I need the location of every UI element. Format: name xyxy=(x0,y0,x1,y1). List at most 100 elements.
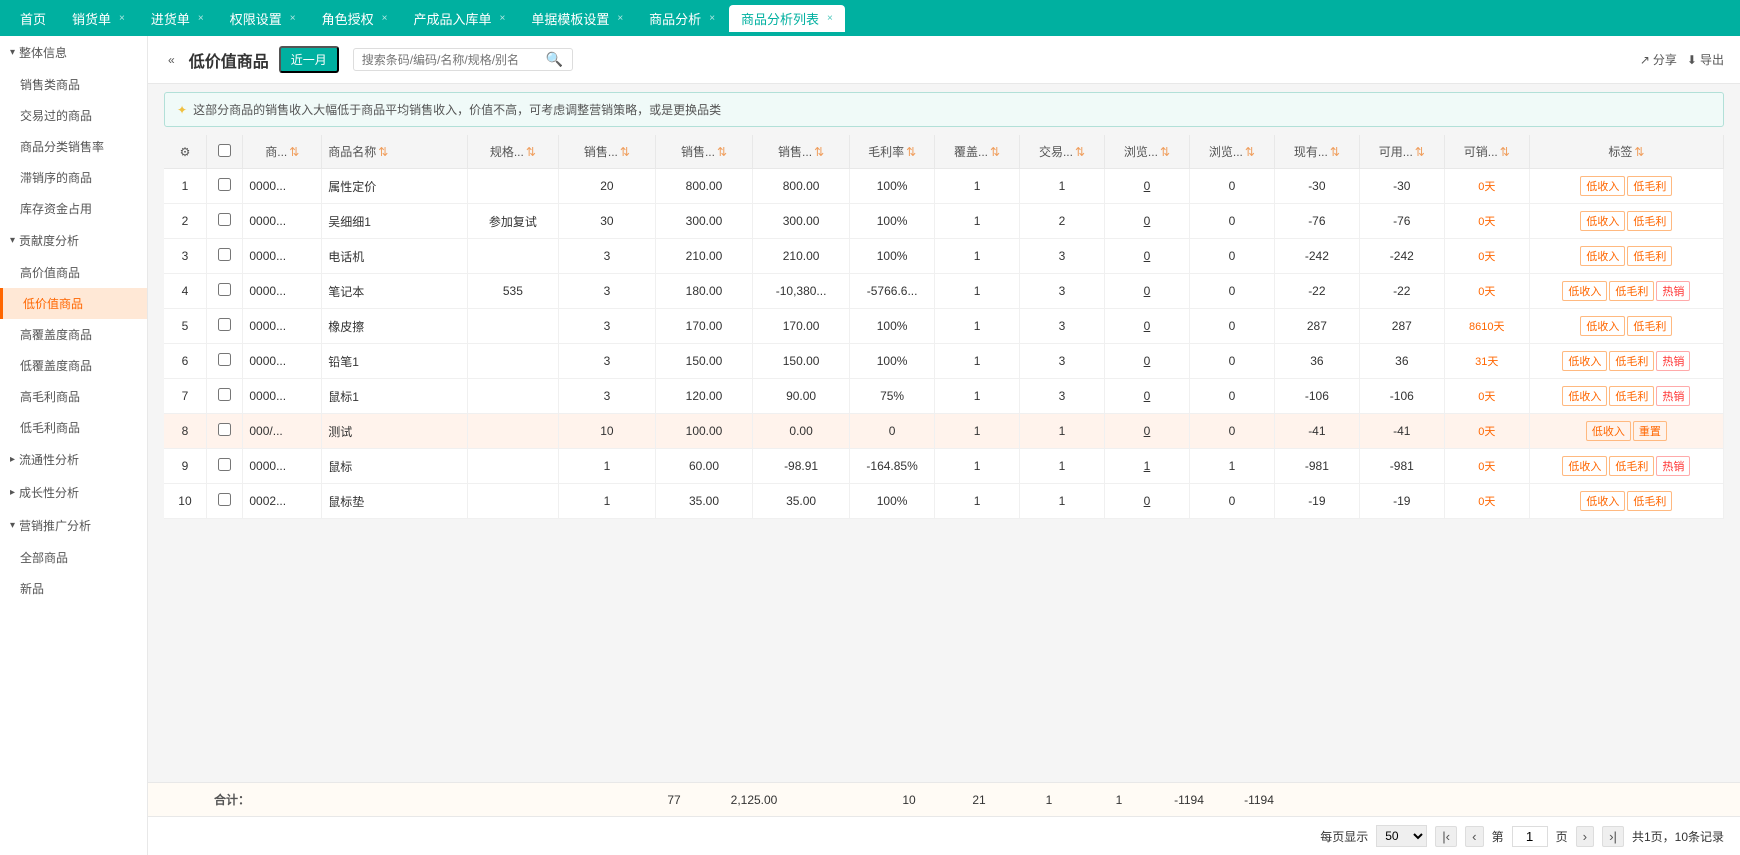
row-select-checkbox[interactable] xyxy=(218,423,231,436)
row-select-checkbox[interactable] xyxy=(218,353,231,366)
view-link[interactable]: 0 xyxy=(1144,284,1151,298)
sidebar-header-contribution[interactable]: ▾ 贡献度分析 xyxy=(0,224,147,257)
sidebar-header-overall[interactable]: ▾ 整体信息 xyxy=(0,36,147,69)
row-checkbox[interactable] xyxy=(206,449,242,484)
view-link[interactable]: 0 xyxy=(1144,249,1151,263)
nav-warehouse[interactable]: 产成品入库单 × xyxy=(401,5,517,32)
view-link[interactable]: 0 xyxy=(1144,424,1151,438)
sidebar-header-marketing[interactable]: ▾ 营销推广分析 xyxy=(0,509,147,542)
current-page-input[interactable] xyxy=(1512,826,1548,847)
col-header-sales1[interactable]: 销售...⇅ xyxy=(558,135,655,169)
last-page-button[interactable]: ›| xyxy=(1602,826,1624,847)
sidebar-item-category-rate[interactable]: 商品分类销售率 xyxy=(0,131,147,162)
row-col7[interactable]: 0 xyxy=(1104,484,1189,519)
close-icon[interactable]: × xyxy=(499,13,505,24)
row-checkbox[interactable] xyxy=(206,239,242,274)
col-header-saleable[interactable]: 可销...⇅ xyxy=(1444,135,1529,169)
row-select-checkbox[interactable] xyxy=(218,493,231,506)
col-header-spec[interactable]: 规格...⇅ xyxy=(467,135,558,169)
sidebar-item-slow-moving[interactable]: 滞销序的商品 xyxy=(0,162,147,193)
row-select-checkbox[interactable] xyxy=(218,283,231,296)
close-icon[interactable]: × xyxy=(382,13,388,24)
view-link[interactable]: 0 xyxy=(1144,214,1151,228)
row-select-checkbox[interactable] xyxy=(218,213,231,226)
row-checkbox[interactable] xyxy=(206,344,242,379)
sidebar-header-flow[interactable]: ▸ 流通性分析 xyxy=(0,443,147,476)
row-select-checkbox[interactable] xyxy=(218,458,231,471)
nav-analysis[interactable]: 商品分析 × xyxy=(637,5,727,32)
nav-purchase[interactable]: 进货单 × xyxy=(139,5,216,32)
row-select-checkbox[interactable] xyxy=(218,318,231,331)
view-link[interactable]: 0 xyxy=(1144,389,1151,403)
view-link[interactable]: 0 xyxy=(1144,354,1151,368)
sidebar-item-low-margin[interactable]: 低毛利商品 xyxy=(0,412,147,443)
sidebar-item-new-products[interactable]: 新品 xyxy=(0,573,147,604)
row-select-checkbox[interactable] xyxy=(218,388,231,401)
nav-roles[interactable]: 角色授权 × xyxy=(310,5,400,32)
col-header-margin[interactable]: 毛利率⇅ xyxy=(850,135,935,169)
nav-template[interactable]: 单据模板设置 × xyxy=(519,5,635,32)
settings-col-header[interactable]: ⚙ xyxy=(164,135,206,169)
sidebar-item-sales-products[interactable]: 销售类商品 xyxy=(0,69,147,100)
sidebar-item-traded[interactable]: 交易过的商品 xyxy=(0,100,147,131)
share-button[interactable]: ↗ 分享 xyxy=(1640,51,1677,68)
view-link[interactable]: 1 xyxy=(1144,459,1151,473)
export-button[interactable]: ⬇ 导出 xyxy=(1687,51,1724,68)
close-icon[interactable]: × xyxy=(119,13,125,24)
close-icon[interactable]: × xyxy=(827,13,833,24)
search-icon[interactable]: 🔍 xyxy=(546,51,563,68)
col-header-view1[interactable]: 浏览...⇅ xyxy=(1104,135,1189,169)
col-header-available[interactable]: 可用...⇅ xyxy=(1359,135,1444,169)
close-icon[interactable]: × xyxy=(617,13,623,24)
row-checkbox[interactable] xyxy=(206,204,242,239)
row-checkbox[interactable] xyxy=(206,274,242,309)
sidebar-item-all-products[interactable]: 全部商品 xyxy=(0,542,147,573)
search-input[interactable] xyxy=(362,53,542,67)
col-header-tag[interactable]: 标签⇅ xyxy=(1529,135,1723,169)
row-checkbox[interactable] xyxy=(206,379,242,414)
sidebar-item-high-value[interactable]: 高价值商品 xyxy=(0,257,147,288)
sidebar-header-growth[interactable]: ▸ 成长性分析 xyxy=(0,476,147,509)
col-header-name[interactable]: 商品名称⇅ xyxy=(322,135,468,169)
nav-sales[interactable]: 销货单 × xyxy=(60,5,137,32)
row-col7[interactable]: 0 xyxy=(1104,379,1189,414)
row-checkbox[interactable] xyxy=(206,309,242,344)
close-icon[interactable]: × xyxy=(709,13,715,24)
col-header-code[interactable]: 商...⇅ xyxy=(243,135,322,169)
col-header-trade[interactable]: 交易...⇅ xyxy=(1020,135,1105,169)
sidebar-item-inventory[interactable]: 库存资金占用 xyxy=(0,193,147,224)
sidebar-item-low-value[interactable]: 低价值商品 xyxy=(0,288,147,319)
row-col7[interactable]: 0 xyxy=(1104,169,1189,204)
first-page-button[interactable]: |‹ xyxy=(1435,826,1457,847)
view-link[interactable]: 0 xyxy=(1144,319,1151,333)
row-col7[interactable]: 0 xyxy=(1104,239,1189,274)
row-col7[interactable]: 1 xyxy=(1104,449,1189,484)
col-header-coverage[interactable]: 覆盖...⇅ xyxy=(935,135,1020,169)
nav-home[interactable]: 首页 xyxy=(8,5,58,32)
nav-analysis-list[interactable]: 商品分析列表 × xyxy=(729,5,845,32)
row-checkbox[interactable] xyxy=(206,169,242,204)
close-icon[interactable]: × xyxy=(198,13,204,24)
col-header-view2[interactable]: 浏览...⇅ xyxy=(1189,135,1274,169)
row-col7[interactable]: 0 xyxy=(1104,309,1189,344)
row-checkbox[interactable] xyxy=(206,414,242,449)
prev-page-button[interactable]: ‹ xyxy=(1465,826,1483,847)
sidebar-item-high-margin[interactable]: 高毛利商品 xyxy=(0,381,147,412)
sidebar-item-high-coverage[interactable]: 高覆盖度商品 xyxy=(0,319,147,350)
filter-button[interactable]: 近一月 xyxy=(279,46,339,73)
next-page-button[interactable]: › xyxy=(1576,826,1594,847)
col-header-current[interactable]: 现有...⇅ xyxy=(1274,135,1359,169)
row-select-checkbox[interactable] xyxy=(218,248,231,261)
col-header-sales2[interactable]: 销售...⇅ xyxy=(655,135,752,169)
view-link[interactable]: 0 xyxy=(1144,494,1151,508)
collapse-sidebar-button[interactable]: « xyxy=(164,49,179,71)
row-col7[interactable]: 0 xyxy=(1104,204,1189,239)
nav-permissions[interactable]: 权限设置 × xyxy=(218,5,308,32)
select-all-checkbox[interactable] xyxy=(218,144,231,157)
view-link[interactable]: 0 xyxy=(1144,179,1151,193)
row-col7[interactable]: 0 xyxy=(1104,344,1189,379)
per-page-select[interactable]: 50 100 200 xyxy=(1376,825,1427,847)
close-icon[interactable]: × xyxy=(290,13,296,24)
row-col7[interactable]: 0 xyxy=(1104,274,1189,309)
row-checkbox[interactable] xyxy=(206,484,242,519)
